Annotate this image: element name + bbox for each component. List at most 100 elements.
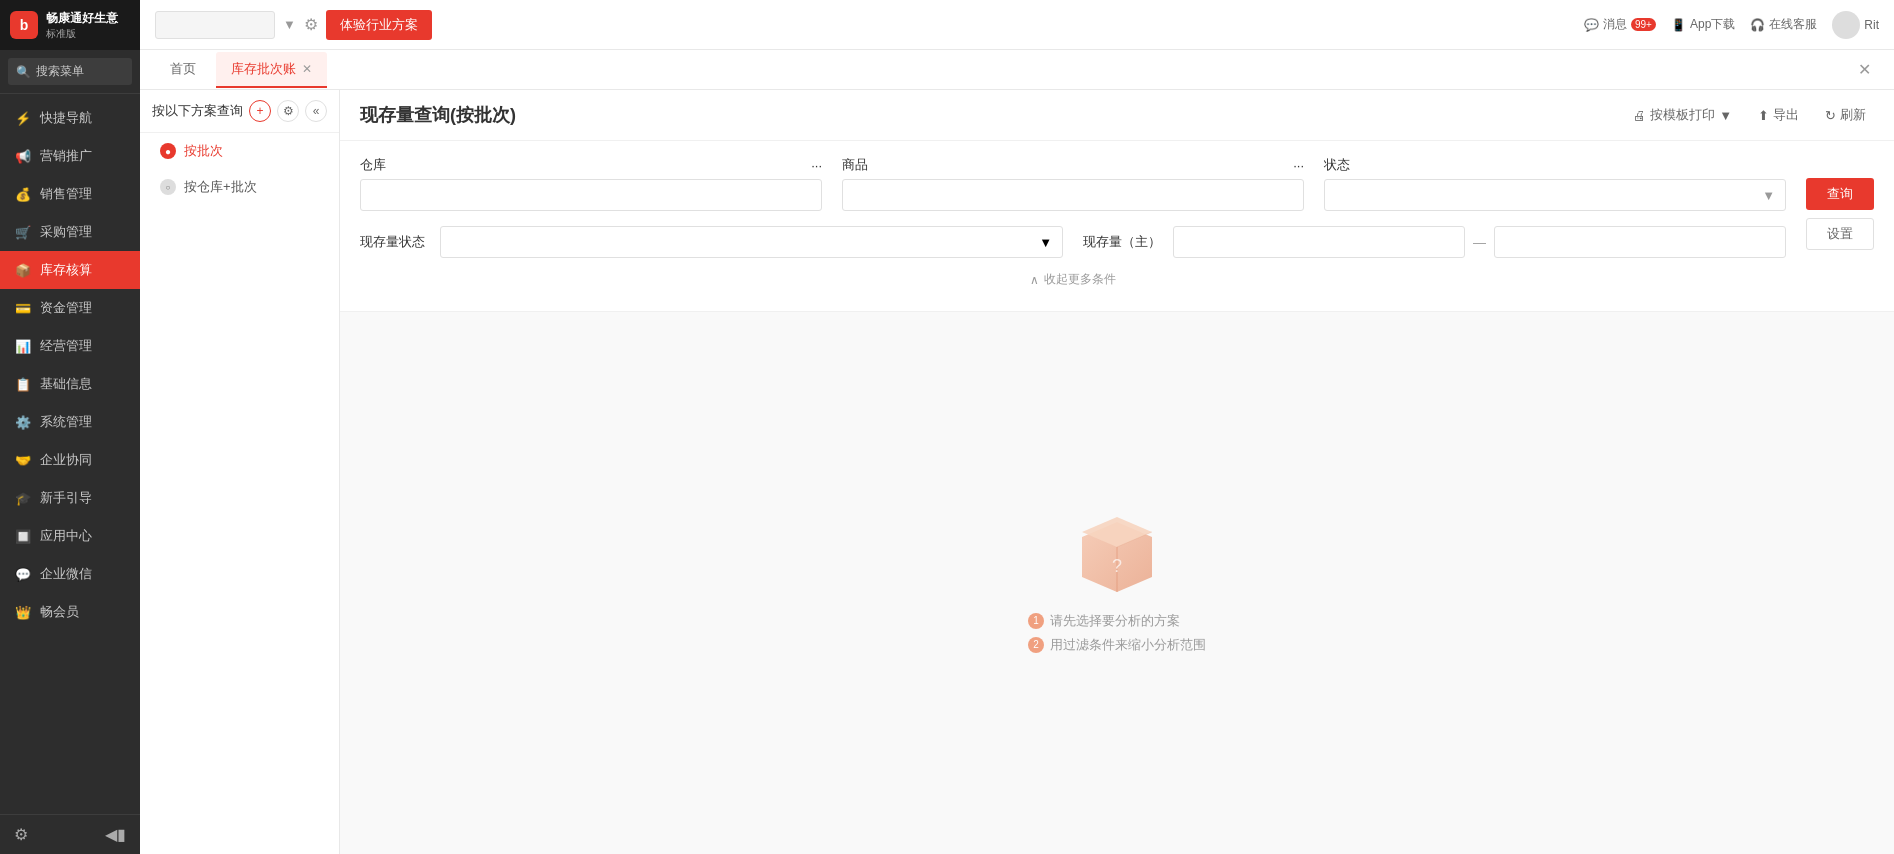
app-edition: 标准版 <box>46 27 118 41</box>
sidebar-item-marketing-label: 营销推广 <box>40 147 92 165</box>
sidebar-item-finance-label: 资金管理 <box>40 299 92 317</box>
shortcut-icon: ⚡ <box>14 109 32 127</box>
svg-text:?: ? <box>1112 556 1122 576</box>
empty-hint-2: 2 用过滤条件来缩小分析范围 <box>1028 636 1206 654</box>
action-buttons: 查询 设置 <box>1796 156 1874 250</box>
stock-status-dropdown-icon: ▼ <box>1039 235 1052 250</box>
sidebar-item-basic[interactable]: 📋 基础信息 <box>0 365 140 403</box>
stock-qty-max-input[interactable] <box>1494 226 1786 258</box>
sidebar-item-apps[interactable]: 🔲 应用中心 <box>0 517 140 555</box>
filter-panel-title: 按以下方案查询 <box>152 102 243 120</box>
industry-solution-button[interactable]: 体验行业方案 <box>326 10 432 40</box>
filter-panel-header: 按以下方案查询 + ⚙ « <box>140 90 339 133</box>
filter-scheme-warehouse-batch[interactable]: ○ 按仓库+批次 <box>140 169 339 205</box>
empty-hints: 1 请先选择要分析的方案 2 用过滤条件来缩小分析范围 <box>1028 612 1206 660</box>
messages-badge: 99+ <box>1631 18 1656 31</box>
hint-text-1: 请先选择要分析的方案 <box>1050 612 1180 630</box>
print-label: 按模板打印 <box>1650 106 1715 124</box>
stock-status-select[interactable]: ▼ <box>440 226 1063 258</box>
mobile-icon: 📱 <box>1671 18 1686 32</box>
collapse-more-label: 收起更多条件 <box>1044 271 1116 288</box>
sidebar-item-enterprise[interactable]: 🤝 企业协同 <box>0 441 140 479</box>
sidebar-item-basic-label: 基础信息 <box>40 375 92 393</box>
messages-action[interactable]: 💬 消息 99+ <box>1584 16 1656 33</box>
settings-button[interactable]: 设置 <box>1806 218 1874 250</box>
filter-row-1: 仓库 ··· 商品 ··· <box>360 156 1786 211</box>
refresh-button[interactable]: ↻ 刷新 <box>1817 102 1874 128</box>
sidebar-item-weixin[interactable]: 💬 企业微信 <box>0 555 140 593</box>
collapse-sidebar-icon[interactable]: ◀▮ <box>105 825 126 844</box>
print-button[interactable]: 🖨 按模板打印 ▼ <box>1625 102 1740 128</box>
status-select[interactable]: ▼ <box>1324 179 1786 211</box>
close-panel-button[interactable]: ✕ <box>1850 60 1879 79</box>
sales-icon: 💰 <box>14 185 32 203</box>
sidebar-item-member-label: 畅会员 <box>40 603 79 621</box>
filter-conditions: 仓库 ··· 商品 ··· <box>340 141 1894 312</box>
online-service-action[interactable]: 🎧 在线客服 <box>1750 16 1817 33</box>
product-input[interactable] <box>842 179 1304 211</box>
tab-home[interactable]: 首页 <box>155 52 211 88</box>
top-settings-icon[interactable]: ⚙ <box>304 15 318 34</box>
status-value <box>1335 187 1347 204</box>
sidebar-item-shortcut[interactable]: ⚡ 快捷导航 <box>0 99 140 137</box>
product-field: 商品 ··· <box>842 156 1304 211</box>
sidebar-item-member[interactable]: 👑 畅会员 <box>0 593 140 631</box>
marketing-icon: 📢 <box>14 147 32 165</box>
page-title: 现存量查询(按批次) <box>360 103 516 127</box>
print-dropdown-icon[interactable]: ▼ <box>1719 108 1732 123</box>
active-scheme-dot: ● <box>160 143 176 159</box>
print-icon: 🖨 <box>1633 108 1646 123</box>
sidebar-item-operation[interactable]: 📊 经营管理 <box>0 327 140 365</box>
empty-state: ? 1 请先选择要分析的方案 2 用过滤条件来缩小分析范围 <box>340 312 1894 854</box>
top-dropdown-icon[interactable]: ▼ <box>283 17 296 32</box>
collapse-icon: « <box>313 104 320 118</box>
user-profile-action[interactable]: Rit <box>1832 11 1879 39</box>
app-download-action[interactable]: 📱 App下载 <box>1671 16 1735 33</box>
tab-batch[interactable]: 库存批次账 ✕ <box>216 52 327 88</box>
filter-scheme-batch-label: 按批次 <box>184 142 223 160</box>
warehouse-value <box>371 187 383 204</box>
stock-qty-min-input[interactable] <box>1173 226 1465 258</box>
filter-fields-area: 仓库 ··· 商品 ··· <box>360 156 1786 296</box>
top-search-input <box>155 11 275 39</box>
query-button[interactable]: 查询 <box>1806 178 1874 210</box>
add-scheme-button[interactable]: + <box>249 100 271 122</box>
sidebar-item-marketing[interactable]: 📢 营销推广 <box>0 137 140 175</box>
tab-close-icon[interactable]: ✕ <box>302 62 312 76</box>
scheme-settings-button[interactable]: ⚙ <box>277 100 299 122</box>
settings-footer-icon[interactable]: ⚙ <box>14 825 28 844</box>
export-button[interactable]: ⬆ 导出 <box>1750 102 1807 128</box>
weixin-icon: 💬 <box>14 565 32 583</box>
empty-box-svg: ? <box>1067 507 1167 597</box>
stock-qty-label: 现存量（主） <box>1083 233 1163 251</box>
sidebar-item-enterprise-label: 企业协同 <box>40 451 92 469</box>
sidebar-item-apps-label: 应用中心 <box>40 527 92 545</box>
empty-hint-1: 1 请先选择要分析的方案 <box>1028 612 1206 630</box>
sidebar-item-guide[interactable]: 🎓 新手引导 <box>0 479 140 517</box>
empty-icon-area: ? <box>1067 507 1167 597</box>
warehouse-more-btn[interactable]: ··· <box>811 158 822 173</box>
status-dropdown-icon: ▼ <box>1762 188 1775 203</box>
sidebar-item-system[interactable]: ⚙️ 系统管理 <box>0 403 140 441</box>
product-value <box>853 187 865 204</box>
member-icon: 👑 <box>14 603 32 621</box>
sidebar-item-finance[interactable]: 💳 资金管理 <box>0 289 140 327</box>
inactive-scheme-dot: ○ <box>160 179 176 195</box>
collapse-more-btn[interactable]: ∧ 收起更多条件 <box>360 263 1786 296</box>
product-more-btn[interactable]: ··· <box>1293 158 1304 173</box>
sidebar-item-shortcut-label: 快捷导航 <box>40 109 92 127</box>
scheme-settings-icon: ⚙ <box>283 104 294 118</box>
filter-header-actions: + ⚙ « <box>249 100 327 122</box>
filter-scheme-batch[interactable]: ● 按批次 <box>140 133 339 169</box>
search-menu-button[interactable]: 🔍 搜索菜单 <box>8 58 132 85</box>
sidebar-item-inventory[interactable]: 📦 库存核算 <box>0 251 140 289</box>
search-menu-label: 搜索菜单 <box>36 63 84 80</box>
sidebar-item-sales[interactable]: 💰 销售管理 <box>0 175 140 213</box>
filter-row-2: 现存量状态 ▼ 现存量（主） — <box>360 226 1786 258</box>
user-name: Rit <box>1864 18 1879 32</box>
warehouse-input[interactable] <box>360 179 822 211</box>
warehouse-label: 仓库 ··· <box>360 156 822 174</box>
sidebar-item-purchase[interactable]: 🛒 采购管理 <box>0 213 140 251</box>
collapse-filter-button[interactable]: « <box>305 100 327 122</box>
sidebar-search-area[interactable]: 🔍 搜索菜单 <box>0 50 140 94</box>
